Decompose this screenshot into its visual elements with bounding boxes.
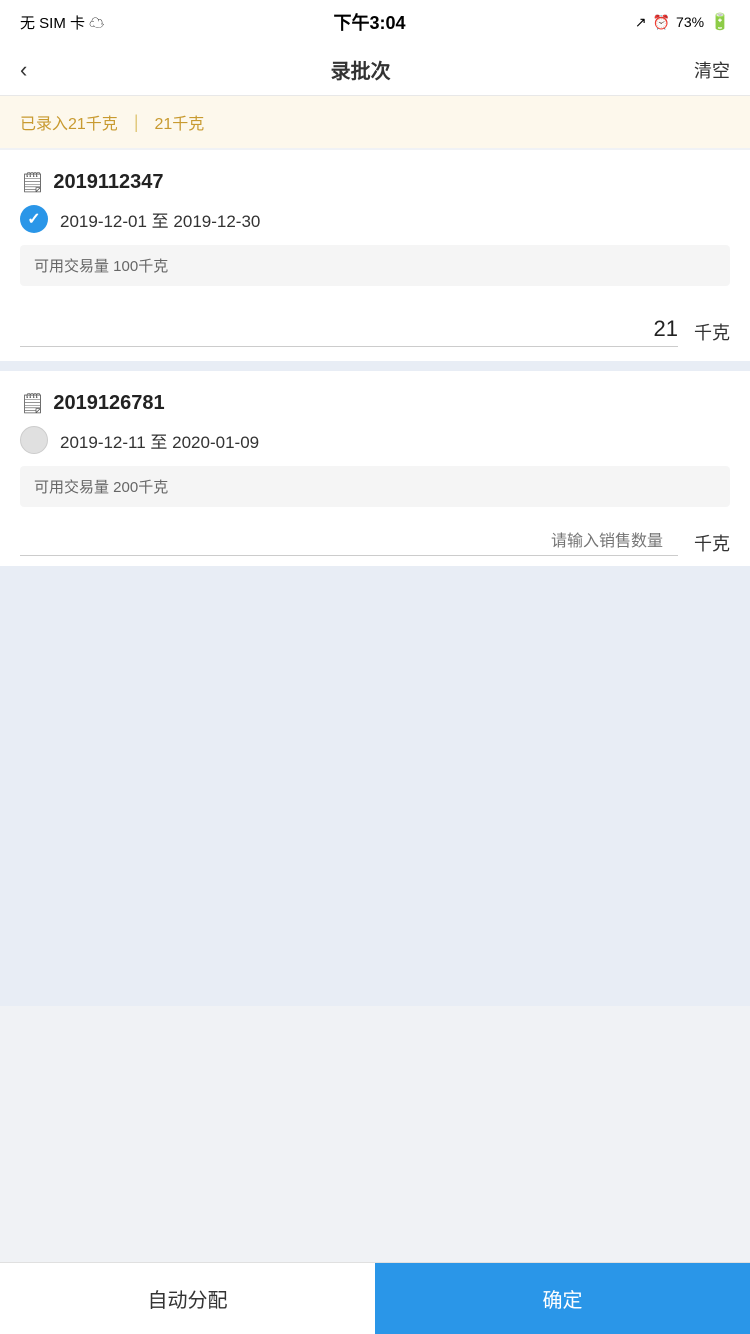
batch1-icon: 🗒 [20,170,45,195]
batch1-number-row: 🗒 2019112347 [20,170,730,195]
battery-text: 73% [676,14,704,30]
batch1-qty-value: 21 [654,316,678,342]
clear-button[interactable]: 清空 [694,57,730,83]
batch1-card: 🗒 2019112347 ✓ 2019-12-01 至 2019-12-30 可… [0,150,750,302]
batch2-input-row[interactable]: 千克 [0,523,750,566]
batch1-date: 2019-12-01 至 2019-12-30 [60,207,260,232]
batch1-number: 2019112347 [53,171,163,194]
batch1-unit: 千克 [694,319,730,345]
batch1-date-row[interactable]: ✓ 2019-12-01 至 2019-12-30 [20,205,730,233]
batch2-unit: 千克 [694,530,730,556]
auto-distribute-button[interactable]: 自动分配 [0,1263,375,1334]
alarm-icon: ⏰ [653,14,670,31]
status-left: 无 SIM 卡 ☁ [20,12,104,33]
status-right: ↗ ⏰ 73% 🔋 [635,12,730,32]
location-icon: ↗ [635,14,647,31]
bottom-bar: 自动分配 确定 [0,1262,750,1334]
summary-divider: | [134,112,139,133]
batch2-qty-input[interactable] [20,529,678,556]
battery-icon: 🔋 [710,12,730,32]
status-bar: 无 SIM 卡 ☁ 下午3:04 ↗ ⏰ 73% 🔋 [0,0,750,44]
section-divider [0,361,750,371]
summary-banner: 已录入21千克 | 21千克 [0,96,750,148]
batch2-available-qty: 可用交易量 200千克 [20,466,730,507]
summary-label: 已录入21千克 [20,110,118,134]
confirm-button[interactable]: 确定 [375,1263,750,1334]
nav-bar: ‹ 录批次 清空 [0,44,750,96]
gray-area [0,566,750,1006]
batch2-icon: 🗒 [20,391,45,416]
summary-value: 21千克 [155,110,205,134]
batch1-available-qty: 可用交易量 100千克 [20,245,730,286]
batch1-radio[interactable]: ✓ [20,205,48,233]
page-title: 录批次 [331,55,391,84]
batch2-date: 2019-12-11 至 2020-01-09 [60,428,259,453]
batch2-number: 2019126781 [53,392,164,415]
batch1-qty-row: 21 千克 [0,302,750,361]
no-sim-text: 无 SIM 卡 ☁ [20,12,104,33]
batch2-date-row[interactable]: 2019-12-11 至 2020-01-09 [20,426,730,454]
checkmark-icon: ✓ [27,209,40,229]
status-time: 下午3:04 [334,9,406,35]
batch2-card: 🗒 2019126781 2019-12-11 至 2020-01-09 可用交… [0,371,750,523]
back-button[interactable]: ‹ [20,57,27,83]
batch2-radio[interactable] [20,426,48,454]
batch2-number-row: 🗒 2019126781 [20,391,730,416]
